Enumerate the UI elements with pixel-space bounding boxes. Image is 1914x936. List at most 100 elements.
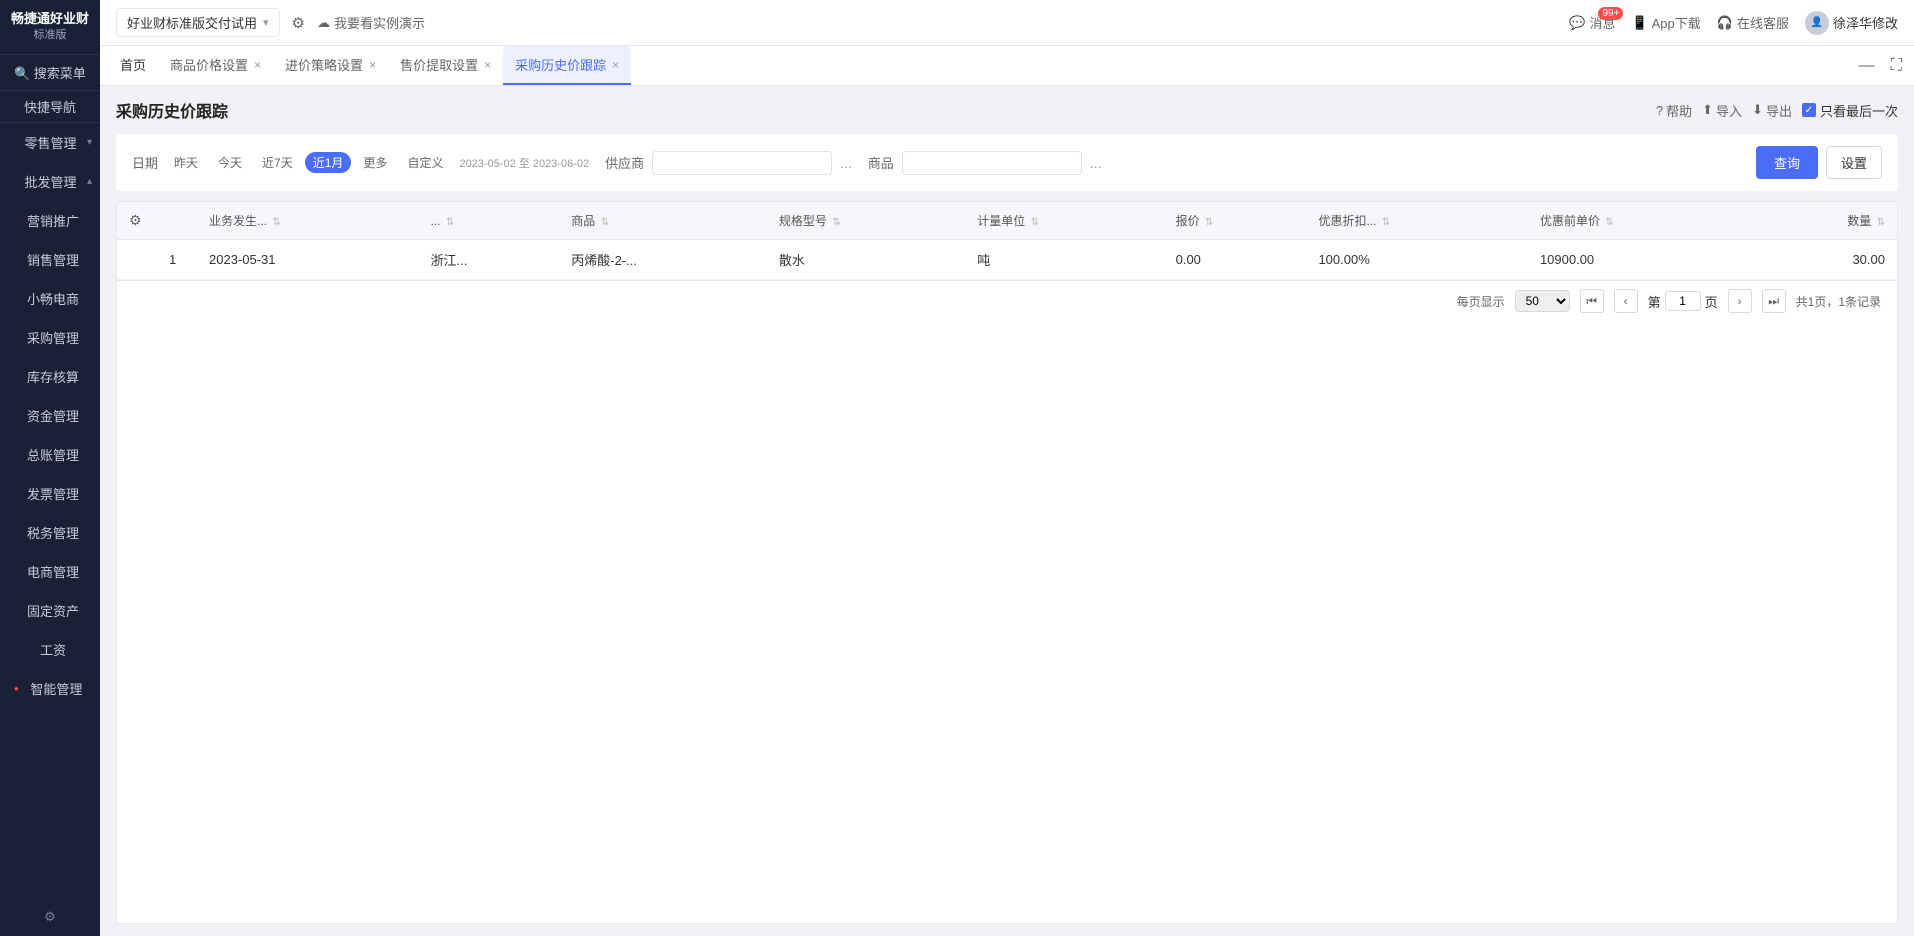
help-link[interactable]: ? 帮助: [1656, 101, 1692, 120]
tab-label: 首页: [120, 55, 146, 74]
th-goods[interactable]: 商品 ⇅: [559, 202, 767, 240]
th-gear[interactable]: ⚙: [117, 202, 157, 240]
sidebar-item-sales[interactable]: 销售管理: [0, 240, 100, 279]
goods-input[interactable]: [902, 151, 1082, 175]
product-selector[interactable]: 好业财标准版交付试用 ▾: [116, 8, 280, 37]
close-icon[interactable]: ×: [612, 59, 619, 71]
th-rownum: [157, 202, 197, 240]
th-unit[interactable]: 计量单位 ⇅: [965, 202, 1163, 240]
date-opt-custom[interactable]: 自定义: [399, 152, 451, 173]
search-label: 搜索菜单: [34, 66, 86, 81]
sidebar-item-ledger[interactable]: 总账管理: [0, 435, 100, 474]
sidebar-item-salary[interactable]: 工资: [0, 630, 100, 669]
tab-home[interactable]: 首页: [108, 46, 158, 85]
date-opt-last7[interactable]: 近7天: [254, 152, 301, 173]
page-title: 采购历史价跟踪: [116, 98, 228, 122]
sidebar-item-label: 税务管理: [14, 523, 92, 542]
td-discount: 100.00%: [1306, 240, 1528, 280]
close-icon[interactable]: ×: [369, 59, 376, 71]
th-discount[interactable]: 优惠折扣... ⇅: [1306, 202, 1528, 240]
gear-icon: ⚙: [44, 909, 56, 924]
data-table: ⚙ 业务发生... ⇅ ... ⇅ 商品 ⇅ 规格型号 ⇅ 计量单位 ⇅ 报价 …: [117, 202, 1897, 280]
settings-button[interactable]: 设置: [1826, 146, 1882, 179]
online-service-label: 在线客服: [1737, 13, 1789, 32]
page-header: 采购历史价跟踪 ? 帮助 ⬆ 导入 ⬇ 导出 ✓ 只看最后一次: [116, 98, 1898, 122]
th-quote[interactable]: 报价 ⇅: [1164, 202, 1307, 240]
close-icon[interactable]: ×: [254, 59, 261, 71]
demo-link[interactable]: ☁ 我要看实例演示: [317, 13, 425, 32]
minimize-icon[interactable]: —: [1855, 53, 1879, 79]
supplier-input[interactable]: [652, 151, 832, 175]
only-last-checkbox-label[interactable]: ✓ 只看最后一次: [1802, 101, 1898, 120]
goods-more-icon[interactable]: ...: [1090, 155, 1102, 171]
query-button[interactable]: 查询: [1756, 146, 1818, 179]
sidebar-quick-nav[interactable]: 快捷导航: [0, 91, 100, 123]
th-extra[interactable]: ... ⇅: [419, 202, 560, 240]
th-pre-discount-price[interactable]: 优惠前单价 ⇅: [1528, 202, 1754, 240]
user-name: 徐泽华修改: [1833, 13, 1898, 32]
sidebar-search[interactable]: 🔍 搜索菜单: [0, 55, 100, 91]
date-options: 昨天 今天 近7天 近1月 更多 自定义: [166, 152, 451, 173]
sort-icon: ⇅: [601, 217, 609, 228]
sidebar-logo: 畅捷通好业财 标准版: [0, 0, 100, 55]
th-biz-date[interactable]: 业务发生... ⇅: [197, 202, 419, 240]
app-download-label: App下载: [1652, 13, 1701, 32]
date-opt-yesterday[interactable]: 昨天: [166, 152, 206, 173]
sidebar-item-label: 库存核算: [14, 367, 92, 386]
date-opt-today[interactable]: 今天: [210, 152, 250, 173]
maximize-icon[interactable]: ⛶: [1887, 53, 1906, 79]
td-quote: 0.00: [1164, 240, 1307, 280]
tab-sale-price[interactable]: 售价提取设置 ×: [388, 46, 503, 85]
export-link[interactable]: ⬇ 导出: [1752, 101, 1792, 120]
sidebar-item-wholesale[interactable]: 批发管理 ▴: [0, 162, 100, 201]
sidebar-item-ecommerce-small[interactable]: 小畅电商: [0, 279, 100, 318]
next-page-btn[interactable]: ›: [1728, 289, 1752, 313]
sidebar-item-inventory[interactable]: 库存核算: [0, 357, 100, 396]
page-input[interactable]: [1665, 291, 1701, 311]
sidebar-item-label: 电商管理: [14, 562, 92, 581]
td-extra: 浙江...: [419, 240, 560, 280]
import-link[interactable]: ⬆ 导入: [1702, 101, 1742, 120]
online-service-btn[interactable]: 🎧 在线客服: [1717, 13, 1789, 32]
sidebar-item-purchase[interactable]: 采购管理: [0, 318, 100, 357]
th-spec[interactable]: 规格型号 ⇅: [767, 202, 965, 240]
per-page-select[interactable]: 20 50 100 200: [1515, 290, 1570, 312]
close-icon[interactable]: ×: [484, 59, 491, 71]
sidebar: 畅捷通好业财 标准版 🔍 搜索菜单 快捷导航 零售管理 ▾ 批发管理 ▴ 营销推…: [0, 0, 100, 936]
prev-page-btn[interactable]: ‹: [1614, 289, 1638, 313]
sidebar-item-label: 营销推广: [14, 211, 92, 230]
date-opt-more[interactable]: 更多: [355, 152, 395, 173]
last-page-btn[interactable]: ⏭: [1762, 289, 1786, 313]
sort-icon: ⇅: [1205, 217, 1213, 228]
sidebar-item-invoice[interactable]: 发票管理: [0, 474, 100, 513]
supplier-label: 供应商: [605, 153, 644, 172]
sidebar-item-finance[interactable]: 资金管理: [0, 396, 100, 435]
td-biz-date: 2023-05-31: [197, 240, 419, 280]
messages-btn[interactable]: 💬 消息 99+: [1569, 13, 1615, 32]
date-opt-last1month[interactable]: 近1月: [305, 152, 352, 173]
sidebar-item-retail[interactable]: 零售管理 ▾: [0, 123, 100, 162]
tab-purchase-history[interactable]: 采购历史价跟踪 ×: [503, 46, 631, 85]
sidebar-item-marketing[interactable]: 营销推广: [0, 201, 100, 240]
first-page-btn[interactable]: ⏮: [1580, 289, 1604, 313]
supplier-more-icon[interactable]: ...: [840, 155, 852, 171]
sidebar-item-ecommerce[interactable]: 电商管理: [0, 552, 100, 591]
filter-actions: 查询 设置: [1756, 146, 1882, 179]
tab-strategy[interactable]: 进价策略设置 ×: [273, 46, 388, 85]
sidebar-item-label: 工资: [14, 640, 92, 659]
app-download-btn[interactable]: 📱 App下载: [1631, 13, 1700, 32]
sidebar-footer-settings[interactable]: ⚙: [0, 898, 100, 936]
sort-icon: ⇅: [446, 217, 454, 228]
search-icon: 🔍: [14, 66, 30, 81]
avatar: 👤: [1805, 11, 1829, 35]
user-menu[interactable]: 👤 徐泽华修改: [1805, 11, 1898, 35]
sidebar-item-assets[interactable]: 固定资产: [0, 591, 100, 630]
sidebar-item-smart[interactable]: 智能管理: [0, 669, 100, 708]
sidebar-item-label: 智能管理: [21, 679, 92, 698]
sidebar-item-tax[interactable]: 税务管理: [0, 513, 100, 552]
topbar-settings-icon[interactable]: ⚙: [292, 14, 305, 32]
headset-icon: 🎧: [1717, 15, 1733, 31]
th-quantity[interactable]: 数量 ⇅: [1754, 202, 1897, 240]
td-goods: 丙烯酸-2-...: [559, 240, 767, 280]
tab-price[interactable]: 商品价格设置 ×: [158, 46, 273, 85]
